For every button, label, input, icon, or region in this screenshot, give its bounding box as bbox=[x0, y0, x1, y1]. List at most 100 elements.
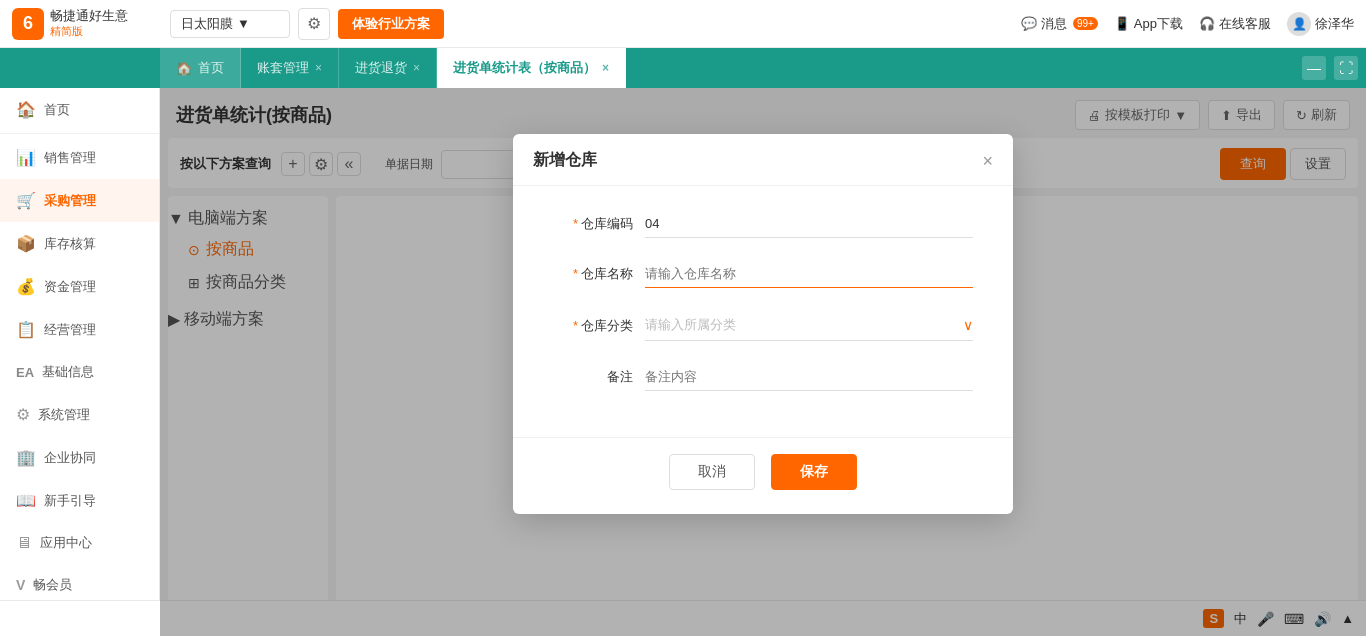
online-service-label: 在线客服 bbox=[1219, 15, 1271, 33]
sidebar-item-home[interactable]: 🏠 首页 bbox=[0, 88, 159, 131]
trial-button[interactable]: 体验行业方案 bbox=[338, 9, 444, 39]
app-logo: 6 bbox=[12, 8, 44, 40]
sidebar-item-basic-info[interactable]: EA 基础信息 bbox=[0, 351, 159, 393]
home-icon: 🏠 bbox=[176, 61, 192, 76]
sidebar-item-app-center[interactable]: 🖥 应用中心 bbox=[0, 522, 159, 564]
sidebar-item-operations[interactable]: 📋 经营管理 bbox=[0, 308, 159, 351]
sidebar-purchase-label: 采购管理 bbox=[44, 192, 96, 210]
sidebar-vip-label: 畅会员 bbox=[33, 576, 72, 594]
app-center-nav-icon: 🖥 bbox=[16, 534, 32, 552]
sidebar-inventory-label: 库存核算 bbox=[44, 235, 96, 253]
sidebar-divider-1 bbox=[0, 133, 159, 134]
guide-nav-icon: 📖 bbox=[16, 491, 36, 510]
top-header: 6 畅捷通好生意 精简版 日太阳膜 ▼ ⚙ 体验行业方案 💬 消息 99+ 📱 … bbox=[0, 0, 1366, 48]
tab-home-label: 首页 bbox=[198, 59, 224, 77]
sidebar-guide-label: 新手引导 bbox=[44, 492, 96, 510]
category-select[interactable]: 请输入所属分类 ∨ bbox=[645, 310, 973, 341]
phone-icon: 📱 bbox=[1114, 16, 1130, 31]
tab-purchase-return[interactable]: 进货退货 × bbox=[339, 48, 437, 88]
user-area[interactable]: 👤 徐泽华 bbox=[1287, 12, 1354, 36]
sidebar-item-sales[interactable]: 📊 销售管理 bbox=[0, 136, 159, 179]
header-right: 💬 消息 99+ 📱 App下载 🎧 在线客服 👤 徐泽华 bbox=[1021, 12, 1354, 36]
nav-right-controls: — ⛶ bbox=[1302, 56, 1366, 80]
modal-header: 新增仓库 × bbox=[513, 134, 1013, 186]
add-warehouse-modal: 新增仓库 × 仓库编码 仓库名称 仓库分类 请输入所属分类 bbox=[513, 134, 1013, 514]
inventory-nav-icon: 📦 bbox=[16, 234, 36, 253]
enterprise-nav-icon: 🏢 bbox=[16, 448, 36, 467]
app-name: 畅捷通好生意 bbox=[50, 8, 128, 25]
main-layout: 🏠 首页 📊 销售管理 🛒 采购管理 📦 库存核算 💰 资金管理 📋 经营管理 … bbox=[0, 88, 1366, 636]
sidebar-item-enterprise[interactable]: 🏢 企业协同 bbox=[0, 436, 159, 479]
headset-icon: 🎧 bbox=[1199, 16, 1215, 31]
operations-nav-icon: 📋 bbox=[16, 320, 36, 339]
sidebar-finance-label: 资金管理 bbox=[44, 278, 96, 296]
form-row-code: 仓库编码 bbox=[553, 210, 973, 238]
nav-tabs: 🏠 首页 账套管理 × 进货退货 × 进货单统计表（按商品） × — ⛶ bbox=[0, 48, 1366, 88]
tab-purchase-stats-close[interactable]: × bbox=[602, 61, 609, 75]
code-input[interactable] bbox=[645, 210, 973, 238]
user-avatar: 👤 bbox=[1287, 12, 1311, 36]
home-nav-icon: 🏠 bbox=[16, 100, 36, 119]
settings-button[interactable]: ⚙ bbox=[298, 8, 330, 40]
sidebar-item-finance[interactable]: 💰 资金管理 bbox=[0, 265, 159, 308]
nav-minimize-button[interactable]: — bbox=[1302, 56, 1326, 80]
store-selector[interactable]: 日太阳膜 ▼ bbox=[170, 10, 290, 38]
tab-purchase-stats[interactable]: 进货单统计表（按商品） × bbox=[437, 48, 626, 88]
category-placeholder: 请输入所属分类 bbox=[645, 316, 736, 334]
form-row-note: 备注 bbox=[553, 363, 973, 391]
sidebar-enterprise-label: 企业协同 bbox=[44, 449, 96, 467]
store-name: 日太阳膜 bbox=[181, 15, 233, 33]
modal-footer: 取消 保存 bbox=[513, 437, 1013, 514]
note-input[interactable] bbox=[645, 363, 973, 391]
app-edition: 精简版 bbox=[50, 24, 128, 39]
tab-account-label: 账套管理 bbox=[257, 59, 309, 77]
category-arrow-icon: ∨ bbox=[963, 317, 973, 333]
sidebar-item-purchase[interactable]: 🛒 采购管理 bbox=[0, 179, 159, 222]
cancel-button[interactable]: 取消 bbox=[669, 454, 755, 490]
content-area: 进货单统计(按商品) 🖨 按模板打印 ▼ ⬆ 导出 ↻ 刷新 按以下方案查询 bbox=[160, 88, 1366, 636]
code-label: 仓库编码 bbox=[553, 215, 633, 233]
app-download-label: App下载 bbox=[1134, 15, 1183, 33]
name-label: 仓库名称 bbox=[553, 265, 633, 283]
message-button[interactable]: 💬 消息 99+ bbox=[1021, 15, 1098, 33]
sidebar-item-inventory[interactable]: 📦 库存核算 bbox=[0, 222, 159, 265]
sales-nav-icon: 📊 bbox=[16, 148, 36, 167]
sidebar-basic-info-label: 基础信息 bbox=[42, 363, 94, 381]
purchase-nav-icon: 🛒 bbox=[16, 191, 36, 210]
app-download-button[interactable]: 📱 App下载 bbox=[1114, 15, 1183, 33]
tab-purchase-stats-label: 进货单统计表（按商品） bbox=[453, 59, 596, 77]
tab-home[interactable]: 🏠 首页 bbox=[160, 48, 241, 88]
finance-nav-icon: 💰 bbox=[16, 277, 36, 296]
message-badge: 99+ bbox=[1073, 17, 1098, 30]
sidebar-item-guide[interactable]: 📖 新手引导 bbox=[0, 479, 159, 522]
sidebar-sales-label: 销售管理 bbox=[44, 149, 96, 167]
modal-body: 仓库编码 仓库名称 仓库分类 请输入所属分类 ∨ bbox=[513, 186, 1013, 437]
sidebar-system-label: 系统管理 bbox=[38, 406, 90, 424]
chevron-down-icon: ▼ bbox=[237, 16, 250, 31]
name-input[interactable] bbox=[645, 260, 973, 288]
note-label: 备注 bbox=[553, 368, 633, 386]
logo-area: 6 畅捷通好生意 精简版 bbox=[12, 8, 162, 40]
modal-close-button[interactable]: × bbox=[982, 152, 993, 170]
vip-nav-icon: V bbox=[16, 577, 25, 593]
sidebar-app-center-label: 应用中心 bbox=[40, 534, 92, 552]
nav-maximize-button[interactable]: ⛶ bbox=[1334, 56, 1358, 80]
basic-info-nav-icon: EA bbox=[16, 365, 34, 380]
sidebar: 🏠 首页 📊 销售管理 🛒 采购管理 📦 库存核算 💰 资金管理 📋 经营管理 … bbox=[0, 88, 160, 636]
tab-account-close[interactable]: × bbox=[315, 61, 322, 75]
system-nav-icon: ⚙ bbox=[16, 405, 30, 424]
sidebar-home-label: 首页 bbox=[44, 101, 70, 119]
modal-title: 新增仓库 bbox=[533, 150, 597, 171]
form-row-category: 仓库分类 请输入所属分类 ∨ bbox=[553, 310, 973, 341]
sidebar-item-system[interactable]: ⚙ 系统管理 bbox=[0, 393, 159, 436]
message-label: 消息 bbox=[1041, 15, 1067, 33]
tab-purchase-return-label: 进货退货 bbox=[355, 59, 407, 77]
form-row-name: 仓库名称 bbox=[553, 260, 973, 288]
sidebar-operations-label: 经营管理 bbox=[44, 321, 96, 339]
user-name: 徐泽华 bbox=[1315, 15, 1354, 33]
online-service-button[interactable]: 🎧 在线客服 bbox=[1199, 15, 1271, 33]
tab-purchase-return-close[interactable]: × bbox=[413, 61, 420, 75]
save-button[interactable]: 保存 bbox=[771, 454, 857, 490]
message-icon: 💬 bbox=[1021, 16, 1037, 31]
tab-account[interactable]: 账套管理 × bbox=[241, 48, 339, 88]
